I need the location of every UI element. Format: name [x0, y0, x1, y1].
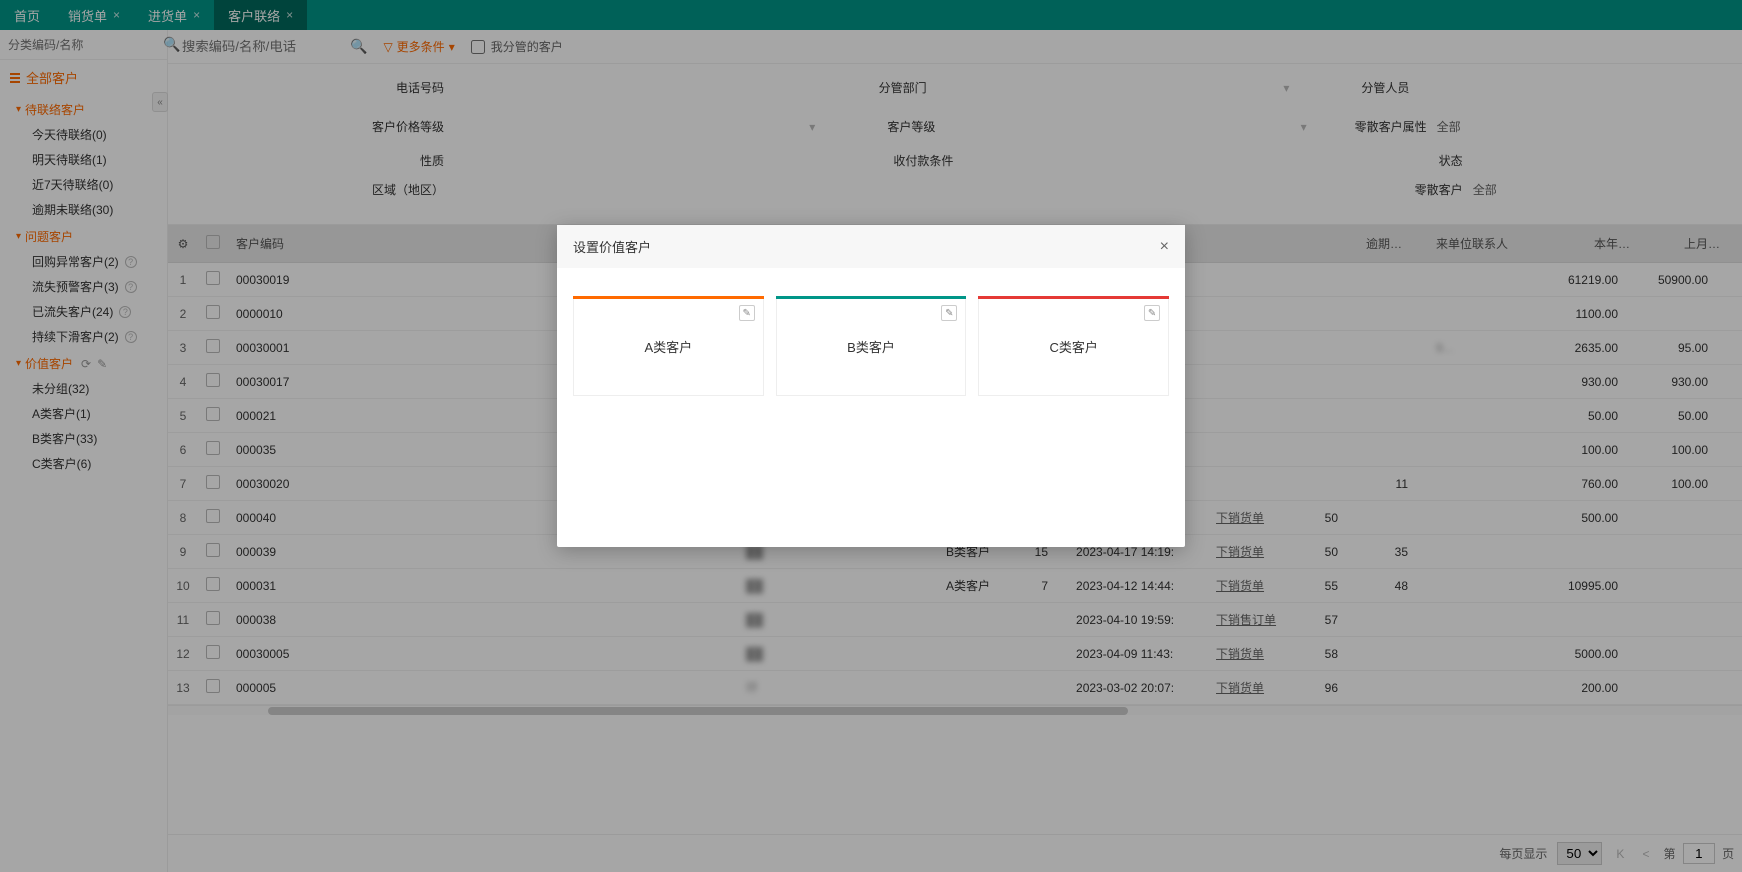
- close-icon[interactable]: ×: [1160, 238, 1169, 256]
- modal-title: 设置价值客户: [573, 237, 651, 256]
- card-label: C类客户: [1049, 337, 1097, 356]
- card-label: A类客户: [645, 337, 693, 356]
- card-c[interactable]: ✎ C类客户: [978, 296, 1169, 396]
- card-label: B类客户: [847, 337, 895, 356]
- card-b[interactable]: ✎ B类客户: [776, 296, 967, 396]
- modal-overlay[interactable]: 设置价值客户 × ✎ A类客户 ✎ B类客户 ✎ C类客户: [0, 0, 1742, 872]
- edit-icon[interactable]: ✎: [739, 305, 755, 321]
- value-customer-modal: 设置价值客户 × ✎ A类客户 ✎ B类客户 ✎ C类客户: [557, 225, 1185, 547]
- card-a[interactable]: ✎ A类客户: [573, 296, 764, 396]
- edit-icon[interactable]: ✎: [941, 305, 957, 321]
- edit-icon[interactable]: ✎: [1144, 305, 1160, 321]
